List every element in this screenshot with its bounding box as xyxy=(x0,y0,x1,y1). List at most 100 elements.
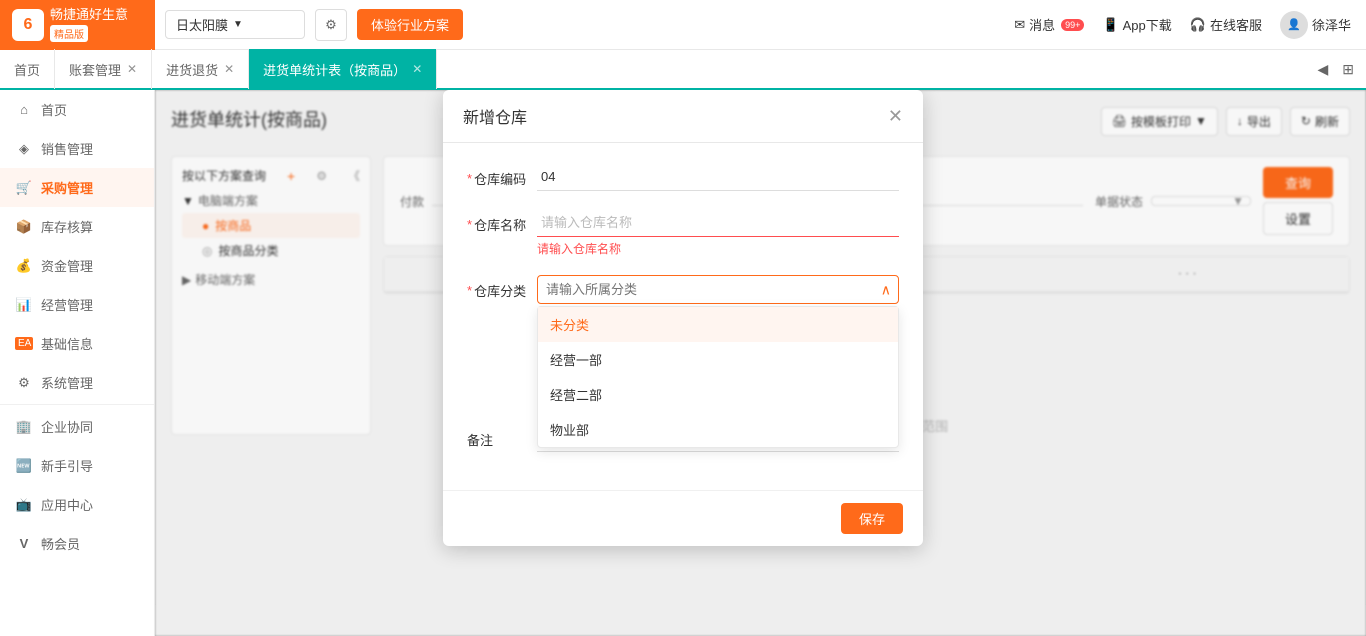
refresh-button[interactable]: ↻ 刷新 xyxy=(1290,107,1350,136)
logo-text-line1: 畅捷通好生意 xyxy=(50,7,128,24)
tab-home-label: 首页 xyxy=(14,60,40,79)
collapse-icon[interactable]: 《 xyxy=(348,167,360,184)
sidebar-item-finance[interactable]: 💰 资金管理 xyxy=(0,246,154,285)
warehouse-code-row: * 仓库编码 xyxy=(467,163,899,191)
tab-purchase-return-label: 进货退货 xyxy=(166,60,218,79)
sidebar-item-vip[interactable]: V 畅会员 xyxy=(0,524,154,563)
mobile-scheme-chevron: ▶ xyxy=(182,273,191,287)
tab-purchase-stats-close[interactable]: ✕ xyxy=(412,62,422,76)
sidebar-item-apps[interactable]: 📺 应用中心 xyxy=(0,485,154,524)
apps-icon: 📺 xyxy=(15,497,33,513)
tab-purchase-stats[interactable]: 进货单统计表（按商品） ✕ xyxy=(249,49,437,89)
sidebar-item-system[interactable]: ⚙ 系统管理 xyxy=(0,363,154,402)
trial-button[interactable]: 体验行业方案 xyxy=(357,9,463,40)
code-input-wrap xyxy=(537,163,899,191)
store-name: 日太阳膜 xyxy=(176,15,228,34)
sidebar-item-guide[interactable]: 🆕 新手引导 xyxy=(0,446,154,485)
dropdown-item-2[interactable]: 经营二部 xyxy=(538,377,898,412)
table-settings-button[interactable]: 设置 xyxy=(1263,202,1333,235)
code-label: * 仓库编码 xyxy=(467,163,537,188)
notes-label: 备注 xyxy=(467,424,537,449)
enterprise-icon: 🏢 xyxy=(15,419,33,435)
tab-home[interactable]: 首页 xyxy=(0,49,55,89)
user-area[interactable]: 👤 徐泽华 xyxy=(1280,11,1351,39)
sidebar-guide-label: 新手引导 xyxy=(41,456,93,475)
message-icon: ✉ xyxy=(1014,17,1025,33)
export-button[interactable]: ↓ 导出 xyxy=(1226,107,1282,136)
app-download-item[interactable]: 📱 App下载 xyxy=(1102,15,1171,34)
inventory-icon: 📦 xyxy=(15,219,33,235)
sidebar-item-operations[interactable]: 📊 经营管理 xyxy=(0,285,154,324)
name-input-wrap: 请输入仓库名称 xyxy=(537,209,899,257)
tab-accounts-close[interactable]: ✕ xyxy=(127,62,137,76)
gear-icon: ⚙ xyxy=(325,17,337,33)
user-name: 徐泽华 xyxy=(1312,15,1351,34)
vip-icon: V xyxy=(15,536,33,551)
tab-bar: 首页 账套管理 ✕ 进货退货 ✕ 进货单统计表（按商品） ✕ ◀ ⊞ xyxy=(0,50,1366,90)
category-dropdown: 未分类 经营一部 经营二部 物业部 xyxy=(537,306,899,448)
name-input[interactable] xyxy=(537,209,899,237)
tab-purchase-return[interactable]: 进货退货 ✕ xyxy=(152,49,249,89)
tab-prev-button[interactable]: ◀ xyxy=(1313,57,1332,82)
purchase-icon: 🛒 xyxy=(15,180,33,196)
scheme-item-by-product[interactable]: ● 按商品 xyxy=(182,213,360,238)
basic-icon: EA xyxy=(15,337,33,350)
logo-area: 6 畅捷通好生意 精品版 xyxy=(0,0,155,50)
pc-scheme-chevron: ▼ xyxy=(182,194,194,208)
scheme-item-by-category[interactable]: ◎ 按商品分类 xyxy=(182,238,360,263)
phone-icon: 📱 xyxy=(1102,17,1118,33)
settings-button[interactable]: ⚙ xyxy=(315,9,347,41)
sidebar-item-basic[interactable]: EA 基础信息 xyxy=(0,324,154,363)
header-right: ✉ 消息 99+ 📱 App下载 🎧 在线客服 👤 徐泽华 xyxy=(1014,11,1351,39)
dialog-header: 新增仓库 ✕ xyxy=(443,90,923,143)
save-button[interactable]: 保存 xyxy=(841,503,903,534)
service-item[interactable]: 🎧 在线客服 xyxy=(1190,15,1262,34)
dropdown-arrow-icon: ▼ xyxy=(1232,194,1244,208)
sidebar-item-enterprise[interactable]: 🏢 企业协同 xyxy=(0,407,154,446)
category-input[interactable] xyxy=(537,275,899,304)
sidebar-vip-label: 畅会员 xyxy=(41,534,80,553)
query-button[interactable]: 查询 xyxy=(1263,167,1333,198)
top-header: 6 畅捷通好生意 精品版 日太阳膜 ▼ ⚙ 体验行业方案 ✉ xyxy=(0,0,1366,50)
store-selector[interactable]: 日太阳膜 ▼ xyxy=(165,10,305,39)
sidebar-item-purchase[interactable]: 🛒 采购管理 xyxy=(0,168,154,207)
tab-purchase-stats-label: 进货单统计表（按商品） xyxy=(263,60,406,79)
scheme-settings-icon[interactable]: ⚙ xyxy=(316,169,327,183)
code-input[interactable] xyxy=(537,163,899,191)
col-header-dots2: ··· xyxy=(1027,257,1349,292)
sidebar-item-inventory[interactable]: 📦 库存核算 xyxy=(0,207,154,246)
sidebar-enterprise-label: 企业协同 xyxy=(41,417,93,436)
tab-purchase-return-close[interactable]: ✕ xyxy=(224,62,234,76)
dialog-body: * 仓库编码 * 仓库名称 请输入仓库名称 xyxy=(443,143,923,490)
print-button[interactable]: 🖨 按模板打印 ▼ xyxy=(1101,107,1218,136)
filter-title: 按以下方案查询 xyxy=(182,167,266,184)
sidebar-item-home[interactable]: ⌂ 首页 xyxy=(0,90,154,129)
modal-overlay[interactable]: 6 畅捷通好生意 精品版 日太阳膜 ▼ ⚙ 体验行业方案 ✉ xyxy=(0,0,1366,636)
payment-label: 付款 xyxy=(400,193,424,210)
dropdown-item-0[interactable]: 未分类 xyxy=(538,307,898,342)
guide-icon: 🆕 xyxy=(15,458,33,474)
add-scheme-button[interactable]: + xyxy=(287,168,295,184)
sidebar-item-sales[interactable]: ◈ 销售管理 xyxy=(0,129,154,168)
mobile-scheme-label: 移动端方案 xyxy=(195,271,255,288)
dropdown-item-1[interactable]: 经营一部 xyxy=(538,342,898,377)
operations-icon: 📊 xyxy=(15,297,33,313)
dialog-footer: 保存 xyxy=(443,490,923,546)
finance-icon: 💰 xyxy=(15,258,33,274)
sales-icon: ◈ xyxy=(15,141,33,157)
messages-item[interactable]: ✉ 消息 99+ xyxy=(1014,15,1084,34)
sidebar-basic-label: 基础信息 xyxy=(41,334,93,353)
tab-accounts[interactable]: 账套管理 ✕ xyxy=(55,49,152,89)
sidebar-sales-label: 销售管理 xyxy=(41,139,93,158)
sidebar-system-label: 系统管理 xyxy=(41,373,93,392)
logo-badge: 精品版 xyxy=(50,25,88,42)
headset-icon: 🎧 xyxy=(1190,17,1206,33)
dropdown-item-3[interactable]: 物业部 xyxy=(538,412,898,447)
sidebar-inventory-label: 库存核算 xyxy=(41,217,93,236)
tab-next-button[interactable]: ⊞ xyxy=(1338,57,1358,82)
dialog-close-button[interactable]: ✕ xyxy=(888,106,903,127)
warehouse-category-row: * 仓库分类 ∧ 未分类 经营一部 经营二部 物业部 xyxy=(467,275,899,304)
single-status-label: 单据状态 xyxy=(1095,193,1143,210)
category-input-wrap: ∧ 未分类 经营一部 经营二部 物业部 xyxy=(537,275,899,304)
refresh-icon: ↻ xyxy=(1301,114,1311,128)
